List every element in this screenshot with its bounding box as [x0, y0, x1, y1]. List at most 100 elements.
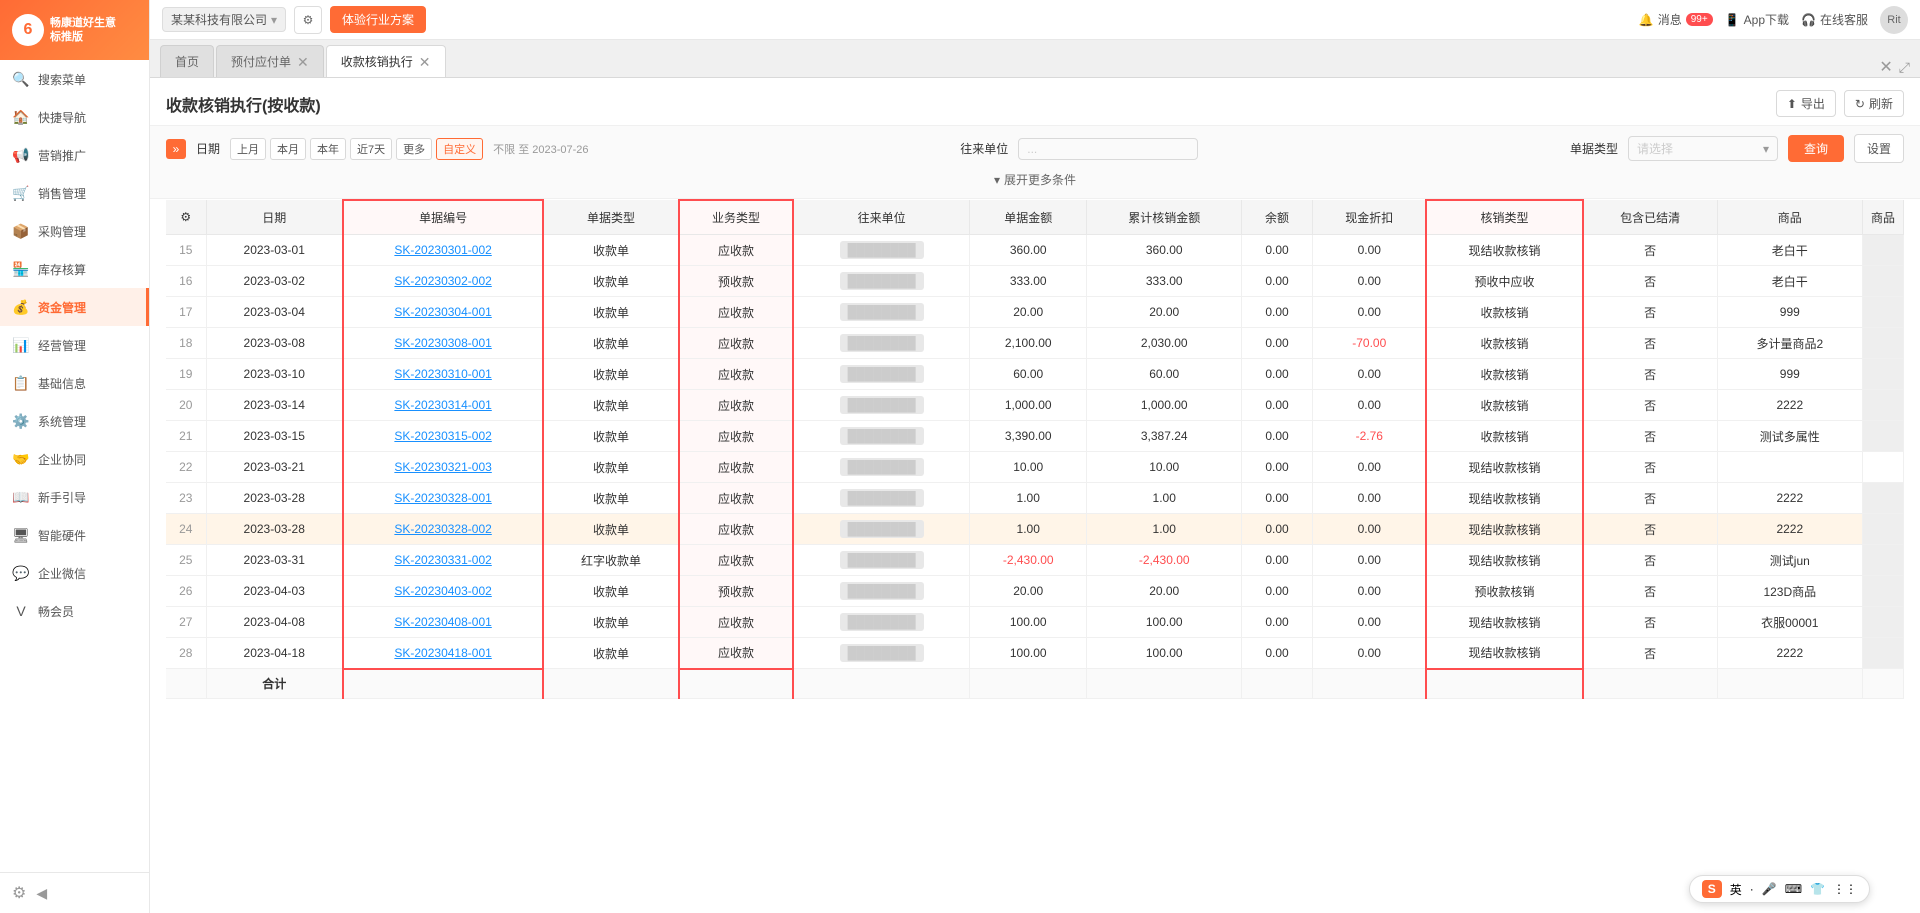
cell-balance: 0.00: [1241, 297, 1312, 328]
cell-product: 测试多属性: [1717, 421, 1862, 452]
sidebar-item-operations[interactable]: 📊 经营管理: [0, 326, 149, 364]
sidebar-item-basic[interactable]: 📋 基础信息: [0, 364, 149, 402]
company-selector[interactable]: 某某科技有限公司 ▾: [162, 7, 286, 32]
cell-doc_no[interactable]: SK-20230418-001: [343, 638, 543, 669]
doc-link[interactable]: SK-20230418-001: [394, 646, 491, 660]
date-btn-近7天[interactable]: 近7天: [350, 138, 392, 160]
tab-close-prepay[interactable]: ✕: [297, 55, 309, 69]
tab-close-collection[interactable]: ✕: [419, 55, 431, 69]
doc-link[interactable]: SK-20230328-002: [394, 522, 491, 536]
doc-link[interactable]: SK-20230315-002: [394, 429, 491, 443]
cell-doc_no[interactable]: SK-20230301-002: [343, 235, 543, 266]
table-row: 202023-03-14SK-20230314-001收款单应收款███████…: [166, 390, 1904, 421]
ime-keyboard-icon[interactable]: ⌨: [1785, 882, 1802, 896]
sidebar-item-hardware[interactable]: 🖥 智能硬件: [0, 516, 149, 554]
doc-link[interactable]: SK-20230302-002: [394, 274, 491, 288]
notifications-button[interactable]: 🔔 消息 99+: [1639, 11, 1713, 28]
cell-date: 2023-03-28: [206, 483, 343, 514]
ime-more-icon[interactable]: ⋮⋮: [1833, 882, 1857, 896]
cell-product: 测试jun: [1717, 545, 1862, 576]
cell-seq: 22: [166, 452, 206, 483]
tab-prepay[interactable]: 预付应付单✕: [216, 45, 324, 77]
col-header-balance: 余额: [1241, 200, 1312, 235]
filter-settings-button[interactable]: 设置: [1854, 134, 1904, 163]
date-btn-上月[interactable]: 上月: [230, 138, 266, 160]
cell-balance: 0.00: [1241, 576, 1312, 607]
quicknav-icon: 🏠: [12, 108, 30, 126]
doc-link[interactable]: SK-20230403-002: [394, 584, 491, 598]
tab-home[interactable]: 首页: [160, 45, 214, 77]
cell-seq: 16: [166, 266, 206, 297]
date-custom-btn[interactable]: 自定义: [436, 138, 483, 160]
cell-doc_no[interactable]: SK-20230403-002: [343, 576, 543, 607]
cell-doc_no[interactable]: SK-20230328-002: [343, 514, 543, 545]
ime-voice-icon[interactable]: 🎤: [1762, 882, 1777, 896]
doc-link[interactable]: SK-20230321-003: [394, 460, 491, 474]
doc-link[interactable]: SK-20230408-001: [394, 615, 491, 629]
online-service-button[interactable]: 🎧 在线客服: [1801, 11, 1868, 28]
close-tab-icon[interactable]: ✕: [1879, 57, 1892, 77]
sidebar-item-corp[interactable]: 🤝 企业协同: [0, 440, 149, 478]
filter-expand-button[interactable]: »: [166, 139, 186, 159]
expand-more-conditions[interactable]: ▾ 展开更多条件: [166, 169, 1904, 190]
partner-input[interactable]: ...: [1018, 138, 1198, 160]
cell-doc_no[interactable]: SK-20230310-001: [343, 359, 543, 390]
cell-doc_no[interactable]: SK-20230321-003: [343, 452, 543, 483]
tab-collection[interactable]: 收款核销执行✕: [326, 45, 446, 77]
export-button[interactable]: ⬆ 导出: [1776, 90, 1836, 117]
ime-skin-icon[interactable]: 👕: [1810, 882, 1825, 896]
cell-doc_no[interactable]: SK-20230304-001: [343, 297, 543, 328]
page-content: 收款核销执行(按收款) ⬆ 导出 ↻ 刷新 » 日期 上月本月本年近7天更多自定…: [150, 78, 1920, 913]
refresh-button[interactable]: ↻ 刷新: [1844, 90, 1904, 117]
table-row: 152023-03-01SK-20230301-002收款单应收款███████…: [166, 235, 1904, 266]
expand-tab-icon[interactable]: ⤢: [1899, 59, 1910, 76]
cell-product2: [1862, 545, 1903, 576]
sidebar-item-sales[interactable]: 🛒 销售管理: [0, 174, 149, 212]
sidebar-item-guide[interactable]: 📖 新手引导: [0, 478, 149, 516]
sidebar-item-inventory[interactable]: 🏪 库存核算: [0, 250, 149, 288]
cell-doc_no[interactable]: SK-20230331-002: [343, 545, 543, 576]
user-avatar[interactable]: Rit: [1880, 6, 1908, 34]
doc-link[interactable]: SK-20230301-002: [394, 243, 491, 257]
cell-date: 2023-03-02: [206, 266, 343, 297]
date-btn-本月[interactable]: 本月: [270, 138, 306, 160]
sidebar-item-system[interactable]: ⚙️ 系统管理: [0, 402, 149, 440]
member-icon: V: [12, 602, 30, 620]
settings-icon[interactable]: ⚙: [12, 883, 26, 903]
cell-doc_no[interactable]: SK-20230408-001: [343, 607, 543, 638]
doc-link[interactable]: SK-20230310-001: [394, 367, 491, 381]
cell-balance: 0.00: [1241, 545, 1312, 576]
cell-doc_no[interactable]: SK-20230315-002: [343, 421, 543, 452]
sidebar-item-wechat[interactable]: 💬 企业微信: [0, 554, 149, 592]
cell-doc_no[interactable]: SK-20230328-001: [343, 483, 543, 514]
doc-link[interactable]: SK-20230331-002: [394, 553, 491, 567]
ime-lang[interactable]: 英: [1730, 881, 1742, 898]
sidebar-item-quicknav[interactable]: 🏠 快捷导航: [0, 98, 149, 136]
sidebar-item-search[interactable]: 🔍 搜索菜单: [0, 60, 149, 98]
cell-doc_no[interactable]: SK-20230302-002: [343, 266, 543, 297]
doc-link[interactable]: SK-20230304-001: [394, 305, 491, 319]
sidebar-footer: ⚙ ◀: [0, 872, 149, 913]
doc-link[interactable]: SK-20230308-001: [394, 336, 491, 350]
industry-solution-button[interactable]: 体验行业方案: [330, 6, 426, 33]
topbar-gear-button[interactable]: ⚙: [294, 6, 322, 34]
doc-link[interactable]: SK-20230314-001: [394, 398, 491, 412]
app-download-button[interactable]: 📱 App下载: [1725, 11, 1789, 28]
cell-partner: ████████: [793, 638, 969, 669]
doc-type-select[interactable]: 请选择 ▾: [1628, 136, 1778, 161]
collapse-icon[interactable]: ◀: [36, 885, 47, 902]
sidebar-item-member[interactable]: V 畅会员: [0, 592, 149, 630]
date-btn-本年[interactable]: 本年: [310, 138, 346, 160]
cell-doc_no[interactable]: SK-20230308-001: [343, 328, 543, 359]
doc-link[interactable]: SK-20230328-001: [394, 491, 491, 505]
bell-icon: 🔔: [1639, 13, 1654, 27]
cell-seq: 21: [166, 421, 206, 452]
query-button[interactable]: 查询: [1788, 135, 1844, 162]
date-btn-更多[interactable]: 更多: [396, 138, 432, 160]
sidebar-item-marketing[interactable]: 📢 营销推广: [0, 136, 149, 174]
cell-doc_type: 收款单: [543, 359, 678, 390]
cell-doc_type: 红字收款单: [543, 545, 678, 576]
cell-doc_no[interactable]: SK-20230314-001: [343, 390, 543, 421]
sidebar-item-purchase[interactable]: 📦 采购管理: [0, 212, 149, 250]
sidebar-item-funds[interactable]: 💰 资金管理: [0, 288, 149, 326]
